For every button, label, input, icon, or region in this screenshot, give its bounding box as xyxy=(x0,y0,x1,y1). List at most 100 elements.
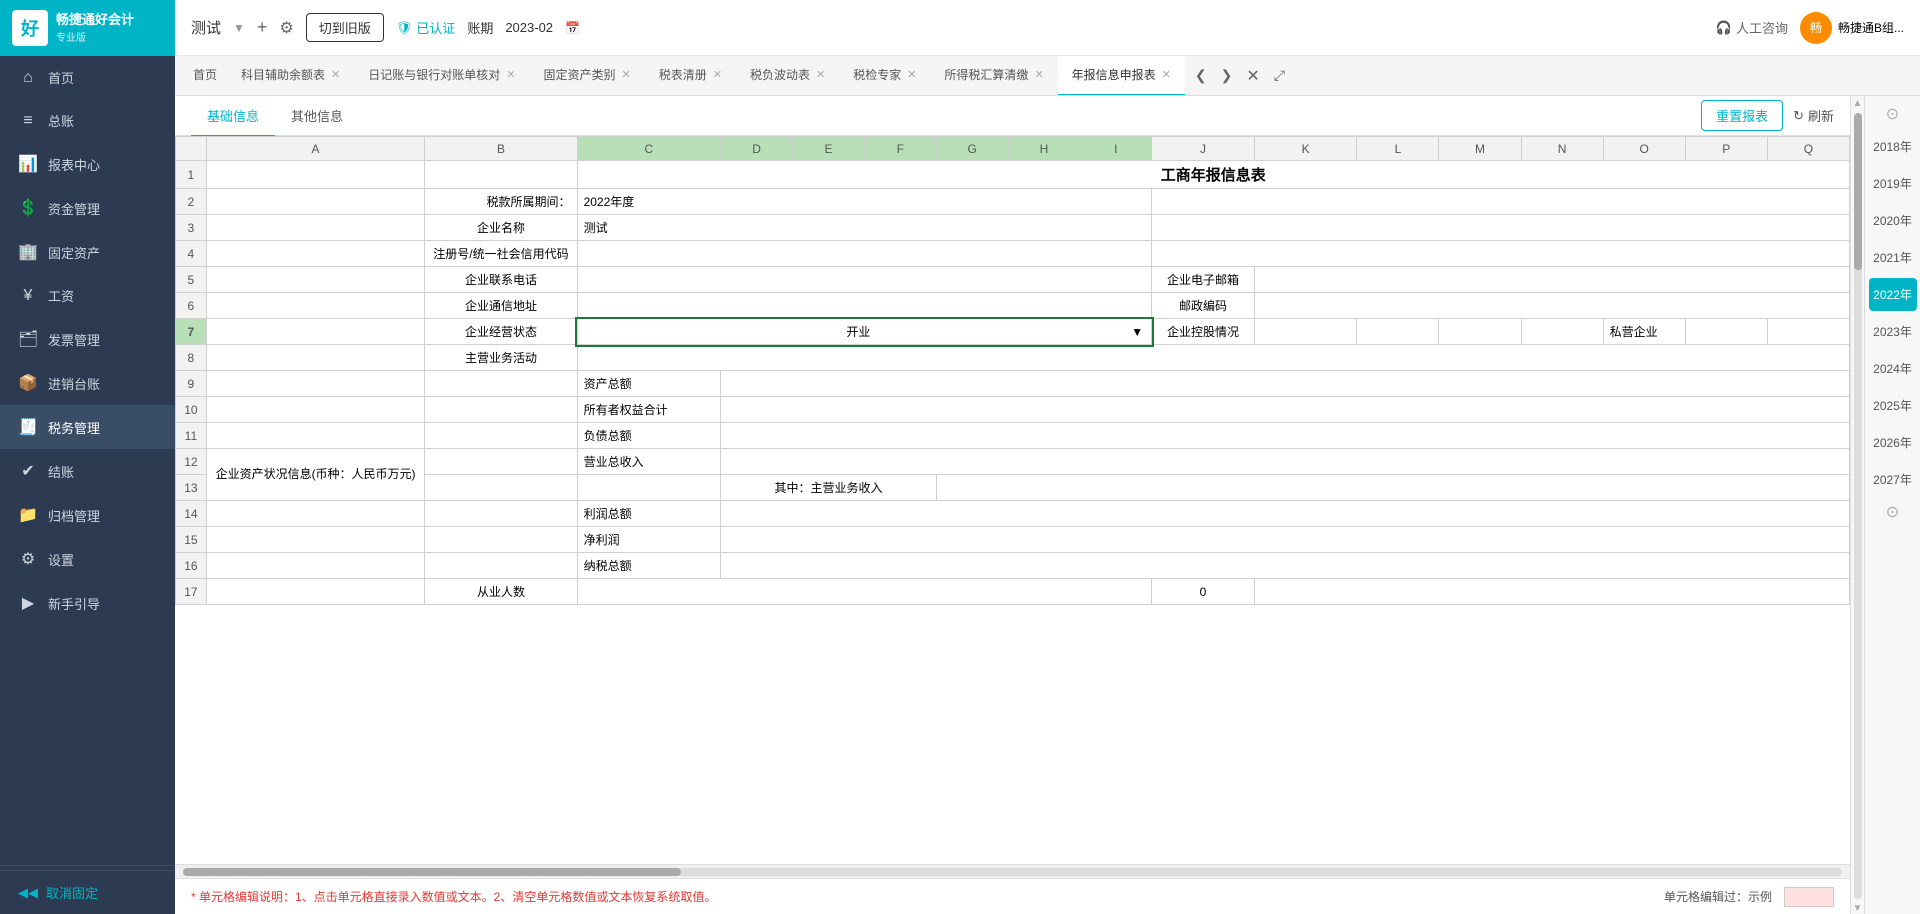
year-item-2026[interactable]: 2026年 xyxy=(1869,426,1917,459)
horizontal-scrollbar[interactable] xyxy=(175,864,1850,878)
sidebar-item-ledger[interactable]: ≡ 总账 xyxy=(0,99,175,142)
cell-12-B[interactable] xyxy=(425,449,577,475)
tab-next-button[interactable]: ❯ xyxy=(1215,65,1239,86)
sidebar-item-closing[interactable]: ✔ 结账 xyxy=(0,449,175,493)
tab-tax-list[interactable]: 税表清册 ✕ xyxy=(645,56,736,96)
col-header-F[interactable]: F xyxy=(864,137,936,161)
sidebar-item-invoice[interactable]: 🗂 发票管理 xyxy=(0,317,175,361)
sidebar-item-tax[interactable]: 🧾 税务管理 xyxy=(0,405,175,449)
cell-16-C[interactable]: 纳税总额 xyxy=(577,553,721,579)
cell-4-C[interactable] xyxy=(577,241,1152,267)
year-item-2023[interactable]: 2023年 xyxy=(1869,315,1917,348)
cell-11-B[interactable] xyxy=(425,423,577,449)
cell-12-A[interactable]: 企业资产状况信息(币种：人民币万元) xyxy=(206,449,425,501)
col-header-M[interactable]: M xyxy=(1439,137,1521,161)
sidebar-item-payroll[interactable]: ¥ 工资 xyxy=(0,274,175,317)
tab-tax-expert[interactable]: 税检专家 ✕ xyxy=(839,56,930,96)
cell-2-C[interactable]: 2022年度 xyxy=(577,189,1152,215)
tab-close-icon[interactable]: ✕ xyxy=(713,68,722,81)
topbar-dropdown-arrow[interactable]: ▼ xyxy=(233,21,245,35)
vertical-scrollbar[interactable]: ▲ ▼ xyxy=(1850,96,1864,914)
col-header-D[interactable]: D xyxy=(721,137,793,161)
topbar-settings-button[interactable]: ⚙ xyxy=(279,18,293,38)
sidebar-item-inventory[interactable]: 📦 进销台账 xyxy=(0,361,175,405)
cell-7-N[interactable] xyxy=(1521,319,1603,345)
form-tab-other[interactable]: 其他信息 xyxy=(275,96,359,137)
cell-5-J[interactable]: 企业电子邮箱 xyxy=(1152,267,1255,293)
col-header-C[interactable]: C xyxy=(577,137,721,161)
sidebar-item-home[interactable]: ⌂ 首页 xyxy=(0,56,175,99)
switch-old-version-button[interactable]: 切到旧版 xyxy=(306,13,384,42)
tab-close-icon[interactable]: ✕ xyxy=(907,68,916,81)
cell-1-A[interactable] xyxy=(206,161,425,189)
year-item-2024[interactable]: 2024年 xyxy=(1869,352,1917,385)
cell-10-D[interactable] xyxy=(721,397,1850,423)
cell-12-C[interactable]: 营业总收入 xyxy=(577,449,721,475)
tab-bank-reconcile[interactable]: 日记账与银行对账单核对 ✕ xyxy=(354,56,529,96)
tab-expand-button[interactable]: ⤢ xyxy=(1268,65,1291,86)
cell-13-C[interactable] xyxy=(577,475,721,501)
cell-16-B[interactable] xyxy=(425,553,577,579)
tab-subject-balance[interactable]: 科目辅助余额表 ✕ xyxy=(227,56,354,96)
cell-9-A[interactable] xyxy=(206,371,425,397)
cell-15-B[interactable] xyxy=(425,527,577,553)
tab-close-icon[interactable]: ✕ xyxy=(506,68,515,81)
tab-fixed-asset-type[interactable]: 固定资产类别 ✕ xyxy=(529,56,644,96)
cell-16-A[interactable] xyxy=(206,553,425,579)
customer-service-button[interactable]: 🎧 人工咨询 xyxy=(1716,18,1788,37)
cell-7-M[interactable] xyxy=(1439,319,1521,345)
cell-3-C[interactable]: 测试 xyxy=(577,215,1152,241)
cell-4-B[interactable]: 注册号/统一社会信用代码 xyxy=(425,241,577,267)
cell-11-A[interactable] xyxy=(206,423,425,449)
cell-6-B[interactable]: 企业通信地址 xyxy=(425,293,577,319)
cell-7-J[interactable]: 企业控股情况 xyxy=(1152,319,1255,345)
cell-14-B[interactable] xyxy=(425,501,577,527)
sidebar-item-reports[interactable]: 📊 报表中心 xyxy=(0,142,175,186)
col-header-E[interactable]: E xyxy=(793,137,865,161)
cell-8-A[interactable] xyxy=(206,345,425,371)
cell-5-C[interactable] xyxy=(577,267,1152,293)
tab-tax-fluctuation[interactable]: 税负波动表 ✕ xyxy=(736,56,839,96)
col-header-I[interactable]: I xyxy=(1080,137,1152,161)
sidebar-item-funds[interactable]: 💲 资金管理 xyxy=(0,186,175,230)
year-panel-up-button[interactable]: ⊙ xyxy=(1882,100,1903,128)
col-header-A[interactable]: A xyxy=(206,137,425,161)
tab-close-icon[interactable]: ✕ xyxy=(331,68,340,81)
cell-6-K[interactable] xyxy=(1254,293,1849,319)
cell-4-A[interactable] xyxy=(206,241,425,267)
cell-2-J[interactable] xyxy=(1152,189,1850,215)
scroll-down-icon[interactable]: ▼ xyxy=(1853,903,1863,914)
cell-11-D[interactable] xyxy=(721,423,1850,449)
year-item-2022[interactable]: 2022年 xyxy=(1869,278,1917,311)
cell-7-A[interactable] xyxy=(206,319,425,345)
cell-14-A[interactable] xyxy=(206,501,425,527)
cell-17-C[interactable] xyxy=(577,579,1152,605)
cell-10-A[interactable] xyxy=(206,397,425,423)
cell-7-B[interactable]: 企业经营状态 xyxy=(425,319,577,345)
cell-6-J[interactable]: 邮政编码 xyxy=(1152,293,1255,319)
cell-15-D[interactable] xyxy=(721,527,1850,553)
cell-13-G[interactable] xyxy=(936,475,1849,501)
calendar-icon[interactable]: 📅 xyxy=(565,21,580,35)
cell-14-D[interactable] xyxy=(721,501,1850,527)
cell-5-B[interactable]: 企业联系电话 xyxy=(425,267,577,293)
tab-income-tax[interactable]: 所得税汇算清缴 ✕ xyxy=(930,56,1057,96)
cell-1-B[interactable] xyxy=(425,161,577,189)
cell-9-C[interactable]: 资产总额 xyxy=(577,371,721,397)
year-panel-down-button[interactable]: ⊙ xyxy=(1882,498,1903,526)
year-item-2027[interactable]: 2027年 xyxy=(1869,463,1917,496)
cell-8-B[interactable]: 主营业务活动 xyxy=(425,345,577,371)
form-tab-basic[interactable]: 基础信息 xyxy=(191,96,275,137)
cell-9-D[interactable] xyxy=(721,371,1850,397)
cell-17-B[interactable]: 从业人数 xyxy=(425,579,577,605)
year-item-2019[interactable]: 2019年 xyxy=(1869,167,1917,200)
cell-17-A[interactable] xyxy=(206,579,425,605)
refresh-button[interactable]: ↻ 刷新 xyxy=(1793,106,1834,125)
cell-2-B[interactable]: 税款所属期间： xyxy=(425,189,577,215)
cell-2-A[interactable] xyxy=(206,189,425,215)
reset-report-button[interactable]: 重置报表 xyxy=(1701,100,1783,131)
year-item-2020[interactable]: 2020年 xyxy=(1869,204,1917,237)
col-header-N[interactable]: N xyxy=(1521,137,1603,161)
hscroll-thumb[interactable] xyxy=(183,868,681,876)
tab-close-icon[interactable]: ✕ xyxy=(622,68,631,81)
